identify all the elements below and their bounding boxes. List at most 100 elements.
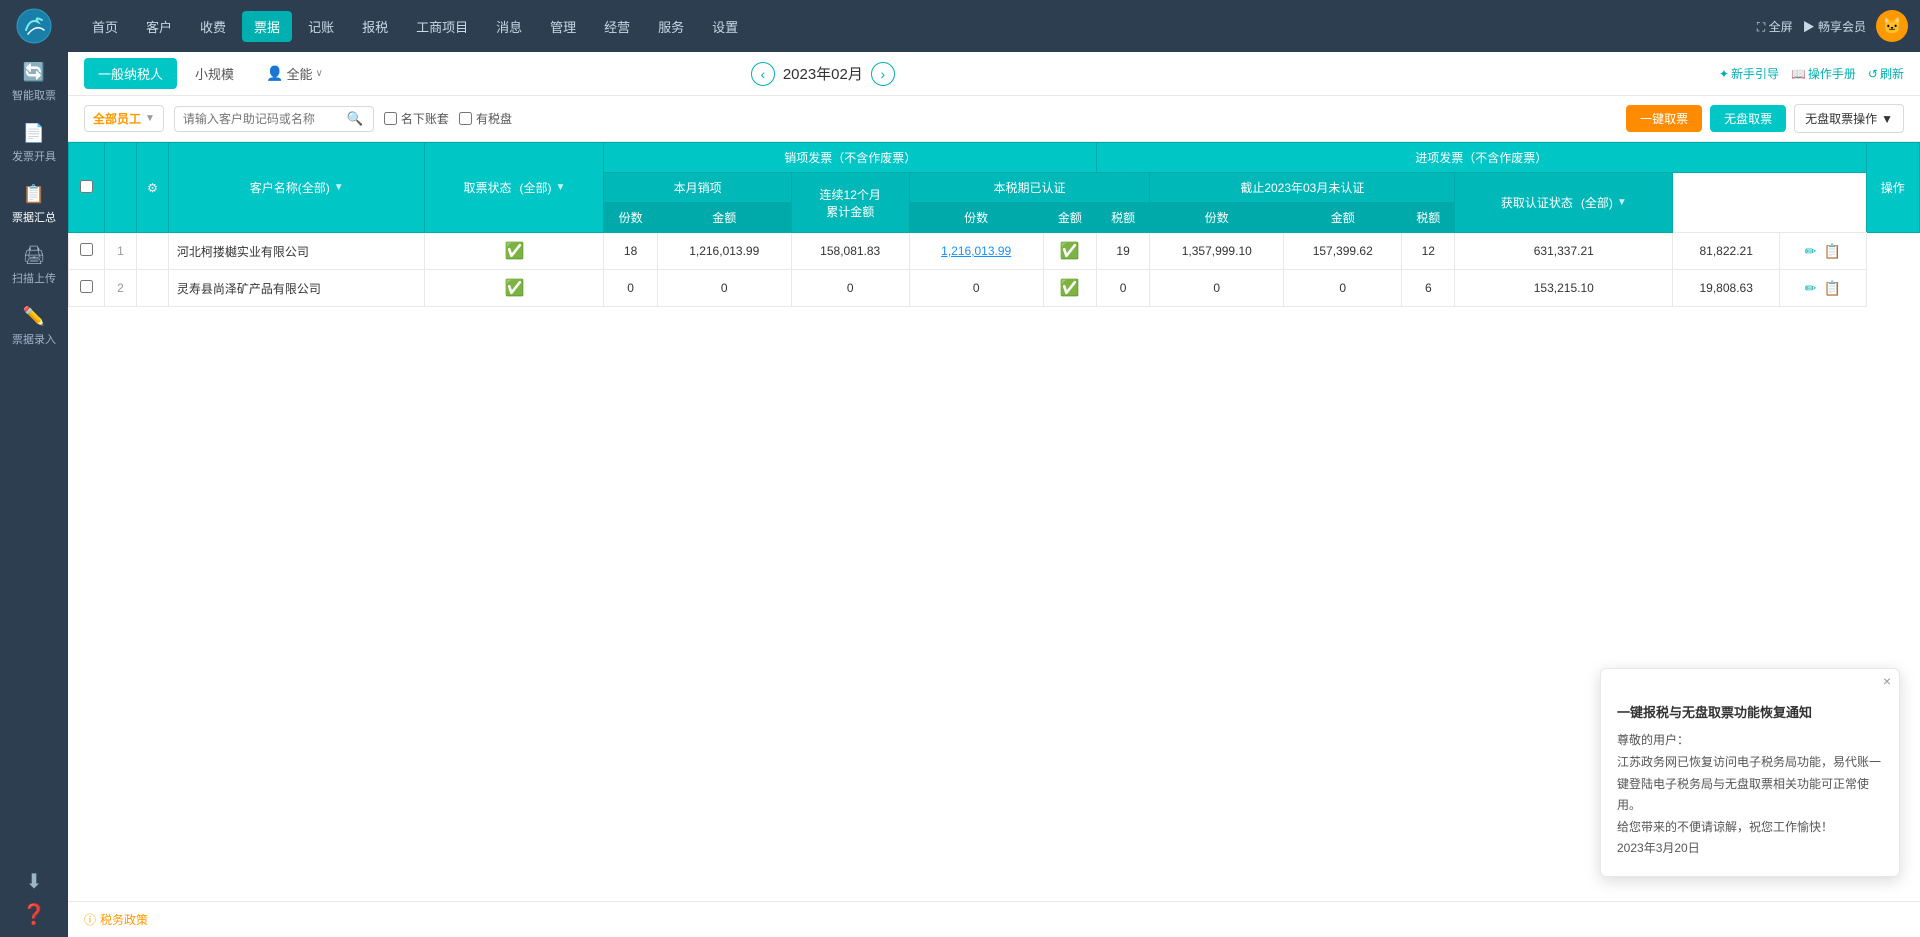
cert-status-filter-icon[interactable]: ▼ xyxy=(1617,197,1627,208)
th-cert-status: 获取认证状态(全部) ▼ xyxy=(1455,173,1673,233)
th-purchase-amount: 金额 xyxy=(1043,203,1096,233)
scan-upload-icon: 🖨 xyxy=(23,245,46,266)
search-button[interactable]: 🔍 xyxy=(347,111,364,127)
row-customer-name: 河北柯搂樾实业有限公司 xyxy=(168,233,425,270)
row-checkbox[interactable] xyxy=(69,233,105,270)
status-bar[interactable]: ⓘ 税务政策 xyxy=(68,901,1920,937)
next-month-button[interactable]: › xyxy=(871,62,895,86)
th-customer-name: 客户名称(全部) ▼ xyxy=(168,143,425,233)
th-cumulative: 连续12个月累计金额 xyxy=(791,173,909,233)
avatar[interactable]: 🐱 xyxy=(1876,10,1908,42)
edit-icon[interactable]: ✏ xyxy=(1805,243,1817,259)
help-icon[interactable]: ❓ xyxy=(22,902,47,927)
th-fetch-status: 取票状态(全部) ▼ xyxy=(425,143,604,233)
download-icon[interactable]: ⬇ xyxy=(26,869,43,894)
row-sales-amount: 1,216,013.99 xyxy=(657,233,791,270)
data-entry-icon: ✏️ xyxy=(23,306,45,327)
fullscreen-button[interactable]: ⛶ 全屏 xyxy=(1757,18,1793,35)
th-num xyxy=(105,143,137,233)
notification-text: 江苏政务网已恢复访问电子税务局功能，易代账一键登陆电子税务局与无盘取票相关功能可… xyxy=(1617,752,1883,817)
customer-filter-icon[interactable]: ▼ xyxy=(334,182,344,193)
under-account-checkbox[interactable]: 名下账套 xyxy=(384,110,449,127)
invoice-issue-icon: 📄 xyxy=(23,123,45,144)
row-fetch-status: ✅ xyxy=(425,233,604,270)
row-cumulative: 0 xyxy=(909,270,1043,307)
row-cumulative: 1,216,013.99 xyxy=(909,233,1043,270)
th-uncert-count: 份数 xyxy=(1150,203,1284,233)
row-checkbox[interactable] xyxy=(69,270,105,307)
current-date: 2023年02月 xyxy=(783,63,863,84)
no-disk-fetch-button[interactable]: 无盘取票 xyxy=(1710,105,1786,132)
nav-operation[interactable]: 经营 xyxy=(592,11,642,42)
chevron-down-icon: ∨ xyxy=(315,68,322,79)
book-icon: 📖 xyxy=(1791,67,1806,81)
sidebar-logo xyxy=(0,0,68,52)
th-sales-group: 销项发票（不含作废票） xyxy=(604,143,1097,173)
select-all-checkbox[interactable] xyxy=(80,180,93,193)
fetch-status-filter-icon[interactable]: ▼ xyxy=(556,182,566,193)
tab-all[interactable]: 👤 全能 ∨ xyxy=(252,58,337,89)
row-action: ✏ 📋 xyxy=(1780,270,1866,307)
th-uncertified-deadline: 截止2023年03月未认证 xyxy=(1150,173,1455,203)
tab-small[interactable]: 小规模 xyxy=(181,58,248,89)
smart-fetch-icon: 🔄 xyxy=(23,62,45,83)
row-uncert-count: 6 xyxy=(1402,270,1455,307)
nav-management[interactable]: 管理 xyxy=(538,11,588,42)
top-navigation: 首页 客户 收费 票据 记账 报税 工商项目 消息 管理 经营 服务 设置 ⛶ … xyxy=(68,0,1920,52)
detail-icon[interactable]: 📋 xyxy=(1824,280,1841,296)
tab-bar: 一般纳税人 小规模 👤 全能 ∨ ‹ 2023年02月 › ✦ 新手引导 xyxy=(68,52,1920,96)
nav-service[interactable]: 服务 xyxy=(646,11,696,42)
employee-select[interactable]: 全部员工 ▼ xyxy=(84,105,164,132)
all-icon: 👤 xyxy=(266,65,283,82)
tab-general[interactable]: 一般纳税人 xyxy=(84,58,177,89)
edit-icon[interactable]: ✏ xyxy=(1805,280,1817,296)
nav-message[interactable]: 消息 xyxy=(484,11,534,42)
search-input[interactable] xyxy=(183,112,343,126)
filter-bar: 全部员工 ▼ 🔍 名下账套 有税盘 一键取票 无盘取票 无盘取票操作 ▼ xyxy=(68,96,1920,142)
new-guide-button[interactable]: ✦ 新手引导 xyxy=(1719,65,1779,82)
row-sales-count: 0 xyxy=(604,270,657,307)
th-purchase-group: 进项发票（不含作废票） xyxy=(1096,143,1866,173)
nav-collection[interactable]: 收费 xyxy=(188,11,238,42)
th-current-certified: 本税期已认证 xyxy=(909,173,1150,203)
sidebar-item-invoice-summary[interactable]: 📋 票据汇总 xyxy=(0,174,68,235)
sidebar-item-scan-upload[interactable]: 🖨 扫描上传 xyxy=(0,235,68,296)
nav-business[interactable]: 工商项目 xyxy=(404,11,480,42)
row-uncert-amount: 631,337.21 xyxy=(1455,233,1673,270)
manual-button[interactable]: 📖 操作手册 xyxy=(1791,65,1856,82)
nav-home[interactable]: 首页 xyxy=(80,11,130,42)
refresh-icon: ↺ xyxy=(1868,67,1878,81)
status-icon: ⓘ xyxy=(84,911,96,928)
row-uncert-amount: 153,215.10 xyxy=(1455,270,1673,307)
row-fetch-status: ✅ xyxy=(425,270,604,307)
topnav-right: ⛶ 全屏 ▶ 畅享会员 🐱 xyxy=(1757,10,1908,42)
nav-tax[interactable]: 报税 xyxy=(350,11,400,42)
row-settings xyxy=(137,270,169,307)
invoice-summary-icon: 📋 xyxy=(23,184,45,205)
prev-month-button[interactable]: ‹ xyxy=(751,62,775,86)
notification-close-button[interactable]: × xyxy=(1883,673,1891,689)
nav-settings[interactable]: 设置 xyxy=(700,11,750,42)
th-monthly-sales: 本月销项 xyxy=(604,173,791,203)
sidebar-item-invoice-issue[interactable]: 📄 发票开具 xyxy=(0,113,68,174)
sidebar-bottom: ⬇ ❓ xyxy=(22,869,47,937)
sidebar-item-smart-fetch[interactable]: 🔄 智能取票 xyxy=(0,52,68,113)
nav-customer[interactable]: 客户 xyxy=(134,11,184,42)
nav-invoice[interactable]: 票据 xyxy=(242,11,292,42)
has-disk-checkbox[interactable]: 有税盘 xyxy=(459,110,512,127)
row-customer-name: 灵寿县尚泽矿产品有限公司 xyxy=(168,270,425,307)
row-sales-amount: 0 xyxy=(657,270,791,307)
detail-icon[interactable]: 📋 xyxy=(1824,243,1841,259)
no-disk-more-button[interactable]: 无盘取票操作 ▼ xyxy=(1794,104,1904,133)
date-navigation: ‹ 2023年02月 › xyxy=(751,62,895,86)
nav-accounting[interactable]: 记账 xyxy=(296,11,346,42)
notification-header: × xyxy=(1601,669,1899,693)
row-purchase-amount: 1,357,999.10 xyxy=(1150,233,1284,270)
sidebar-item-data-entry[interactable]: ✏️ 票据录入 xyxy=(0,296,68,357)
row-uncert-tax: 19,808.63 xyxy=(1673,270,1780,307)
refresh-button[interactable]: ↺ 刷新 xyxy=(1868,65,1904,82)
one-click-fetch-button[interactable]: 一键取票 xyxy=(1626,105,1702,132)
th-sales-count: 份数 xyxy=(604,203,657,233)
member-button[interactable]: ▶ 畅享会员 xyxy=(1803,18,1866,35)
invoice-table: ⚙ 客户名称(全部) ▼ 取票状态(全部) ▼ xyxy=(68,142,1920,307)
